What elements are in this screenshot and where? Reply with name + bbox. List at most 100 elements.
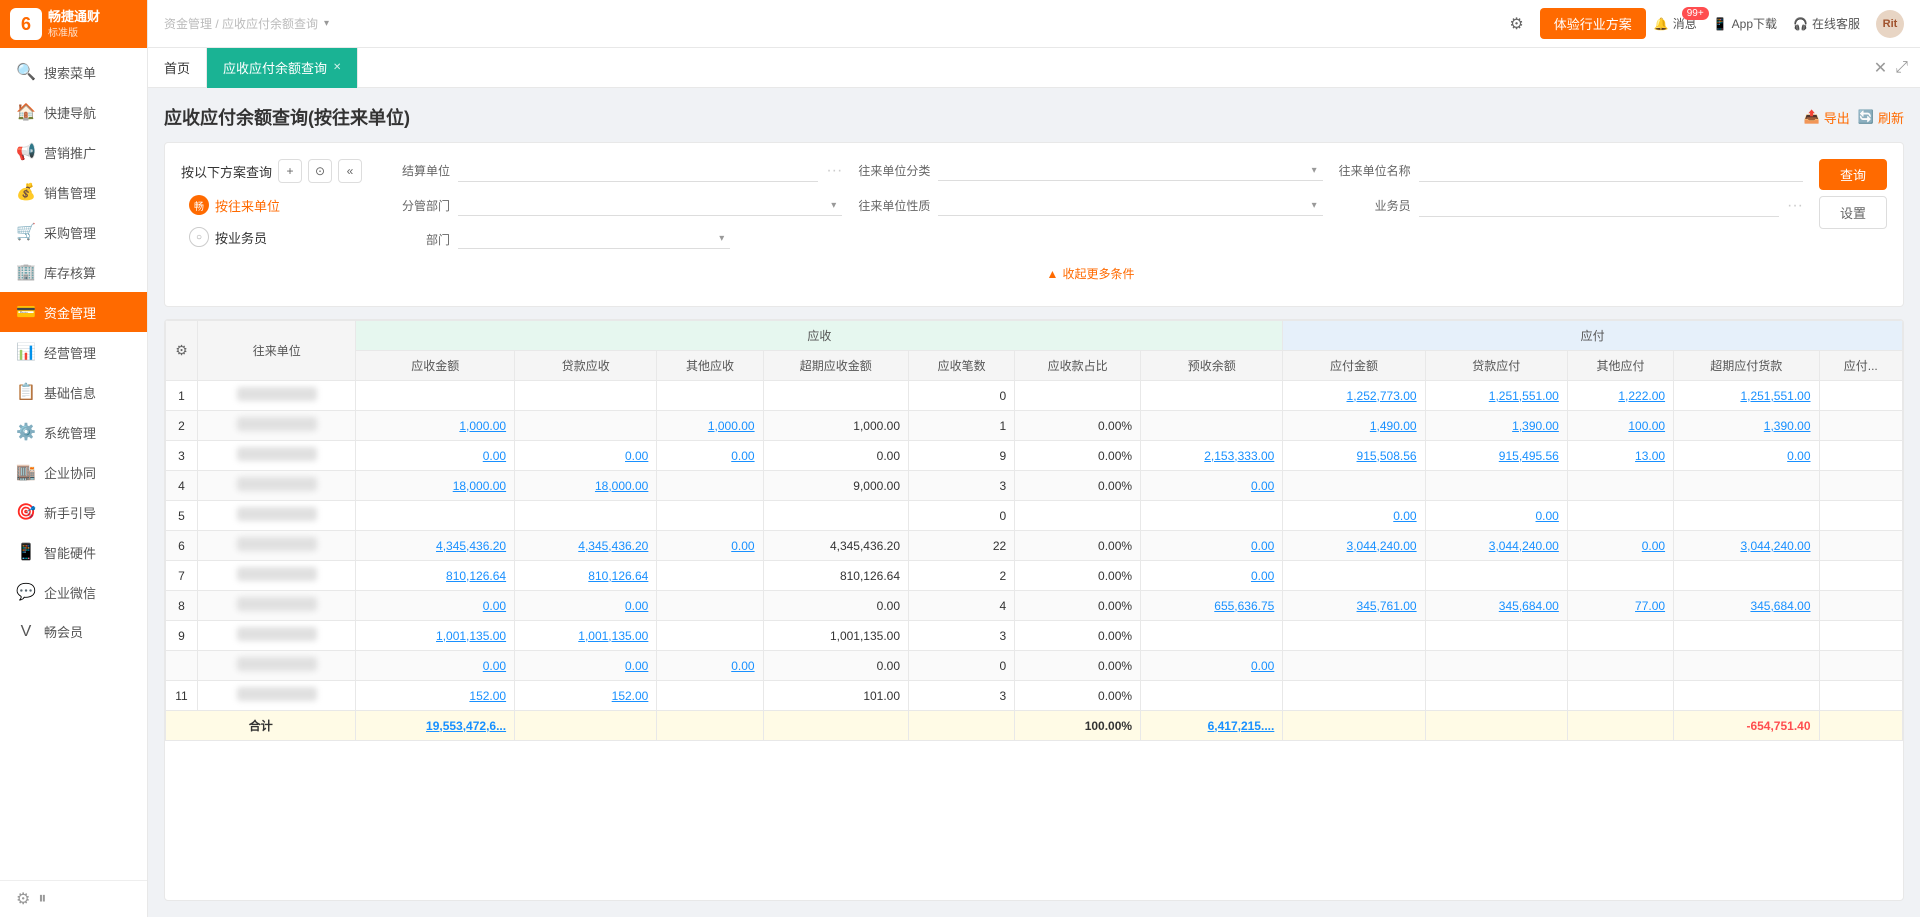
sidebar-item-wechat[interactable]: 💬 企业微信 <box>0 572 147 612</box>
cell-ap-loan[interactable]: 1,390.00 <box>1425 411 1567 441</box>
settings-bottom-icon[interactable]: ⚙ <box>16 889 30 909</box>
cell-ap-other[interactable] <box>1567 561 1673 591</box>
cell-ap-other[interactable] <box>1567 681 1673 711</box>
add-scheme-icon[interactable]: + <box>278 159 302 183</box>
cell-ar-amount[interactable]: 0.00 <box>356 591 515 621</box>
cell-ar-loan[interactable]: 1,001,135.00 <box>515 621 657 651</box>
setting-btn[interactable]: 设置 <box>1819 196 1887 229</box>
app-download-btn[interactable]: 📱 App下载 <box>1713 15 1777 32</box>
cell-ap-other[interactable]: 13.00 <box>1567 441 1673 471</box>
cell-ap-loan[interactable] <box>1425 621 1567 651</box>
cell-ap-amount[interactable]: 0.00 <box>1283 501 1425 531</box>
field-salesperson-input[interactable] <box>1419 194 1779 217</box>
cell-ar-amount[interactable] <box>356 381 515 411</box>
tab-close-icon[interactable]: ✕ <box>333 62 341 73</box>
field-partner-type-select[interactable]: ▾ <box>938 161 1322 181</box>
cell-ar-other[interactable]: 0.00 <box>657 531 763 561</box>
cell-ar-amount[interactable]: 4,345,436.20 <box>356 531 515 561</box>
cell-ap-loan[interactable]: 3,044,240.00 <box>1425 531 1567 561</box>
cell-ar-loan[interactable]: 18,000.00 <box>515 471 657 501</box>
cell-ap-overdue[interactable] <box>1674 621 1819 651</box>
cell-ap-other[interactable] <box>1567 621 1673 651</box>
cell-ap-other[interactable] <box>1567 651 1673 681</box>
field-partner-nature-chevron[interactable]: ▾ <box>1312 200 1317 211</box>
cell-ar-prepay[interactable]: 0.00 <box>1141 651 1283 681</box>
export-btn[interactable]: 📤 导出 <box>1804 108 1850 127</box>
pause-icon[interactable]: ⏸ <box>38 890 46 908</box>
cell-ap-loan[interactable] <box>1425 651 1567 681</box>
cell-ar-other[interactable] <box>657 591 763 621</box>
cell-ap-amount[interactable]: 3,044,240.00 <box>1283 531 1425 561</box>
cell-ap-other[interactable]: 100.00 <box>1567 411 1673 441</box>
sidebar-item-quick-nav[interactable]: 🏠 快捷导航 <box>0 92 147 132</box>
cell-ap-overdue[interactable]: 0.00 <box>1674 441 1819 471</box>
cell-ar-amount[interactable]: 810,126.64 <box>356 561 515 591</box>
sidebar-item-sales[interactable]: 💰 销售管理 <box>0 172 147 212</box>
gear-icon[interactable]: ⚙ <box>1509 14 1523 34</box>
cell-ar-amount[interactable]: 1,001,135.00 <box>356 621 515 651</box>
user-avatar[interactable]: Rit <box>1876 10 1904 38</box>
cell-ap-overdue[interactable] <box>1674 681 1819 711</box>
filter-collapse-btn[interactable]: ▲ 收起更多条件 <box>378 257 1803 290</box>
cell-ar-other[interactable]: 0.00 <box>657 651 763 681</box>
cell-ap-amount[interactable]: 1,252,773.00 <box>1283 381 1425 411</box>
cell-ap-other[interactable]: 1,222.00 <box>1567 381 1673 411</box>
tab-home[interactable]: 首页 <box>148 48 207 88</box>
cell-ar-loan[interactable]: 0.00 <box>515 441 657 471</box>
sidebar-item-marketing[interactable]: 📢 营销推广 <box>0 132 147 172</box>
refresh-btn[interactable]: 🔄 刷新 <box>1858 108 1904 127</box>
cell-ar-loan[interactable]: 810,126.64 <box>515 561 657 591</box>
cell-ar-prepay[interactable] <box>1141 681 1283 711</box>
cell-ap-other[interactable]: 77.00 <box>1567 591 1673 621</box>
cell-ap-amount[interactable] <box>1283 651 1425 681</box>
cell-ar-other[interactable] <box>657 621 763 651</box>
cell-ar-other[interactable] <box>657 561 763 591</box>
collapse-scheme-icon[interactable]: « <box>338 159 362 183</box>
breadcrumb-chevron[interactable]: ▾ <box>324 18 329 29</box>
sidebar-item-finance[interactable]: 💳 资金管理 <box>0 292 147 332</box>
field-partner-nature-select[interactable]: ▾ <box>938 196 1322 216</box>
cell-ar-amount[interactable]: 0.00 <box>356 651 515 681</box>
sidebar-item-hardware[interactable]: 📱 智能硬件 <box>0 532 147 572</box>
cell-ap-amount[interactable]: 915,508.56 <box>1283 441 1425 471</box>
sidebar-item-purchase[interactable]: 🛒 采购管理 <box>0 212 147 252</box>
field-settlement-input[interactable] <box>458 159 818 182</box>
cell-ap-amount[interactable] <box>1283 561 1425 591</box>
cell-ar-prepay[interactable]: 0.00 <box>1141 531 1283 561</box>
sidebar-item-inventory[interactable]: 🏢 库存核算 <box>0 252 147 292</box>
cell-ar-prepay[interactable]: 2,153,333.00 <box>1141 441 1283 471</box>
cell-ap-overdue[interactable]: 1,251,551.00 <box>1674 381 1819 411</box>
trial-btn[interactable]: 体验行业方案 <box>1540 8 1646 39</box>
cell-ar-prepay[interactable]: 0.00 <box>1141 471 1283 501</box>
cell-ar-prepay[interactable] <box>1141 501 1283 531</box>
field-salesperson-dots[interactable]: ··· <box>1787 197 1803 215</box>
sidebar-item-enterprise[interactable]: 🏬 企业协同 <box>0 452 147 492</box>
cell-ar-other[interactable] <box>657 681 763 711</box>
cell-ap-loan[interactable] <box>1425 681 1567 711</box>
cell-ap-overdue[interactable]: 3,044,240.00 <box>1674 531 1819 561</box>
cell-ap-amount[interactable] <box>1283 681 1425 711</box>
field-settlement-dots[interactable]: ··· <box>826 162 842 180</box>
field-dept2-chevron[interactable]: ▾ <box>719 233 724 244</box>
cell-ar-loan[interactable] <box>515 411 657 441</box>
field-partner-name-input[interactable] <box>1419 159 1803 182</box>
cell-ar-other[interactable]: 1,000.00 <box>657 411 763 441</box>
sidebar-item-guide[interactable]: 🎯 新手引导 <box>0 492 147 532</box>
cell-ap-amount[interactable] <box>1283 471 1425 501</box>
cell-ap-loan[interactable]: 345,684.00 <box>1425 591 1567 621</box>
cell-ap-loan[interactable] <box>1425 561 1567 591</box>
cell-ar-prepay[interactable]: 0.00 <box>1141 561 1283 591</box>
footer-ar-amount[interactable]: 19,553,472,6... <box>356 711 515 741</box>
cell-ar-amount[interactable]: 0.00 <box>356 441 515 471</box>
cell-ap-amount[interactable]: 1,490.00 <box>1283 411 1425 441</box>
cell-ar-prepay[interactable] <box>1141 411 1283 441</box>
settings-scheme-icon[interactable]: ⊙ <box>308 159 332 183</box>
field-dept-select[interactable]: ▾ <box>458 196 842 216</box>
cell-ap-loan[interactable]: 915,495.56 <box>1425 441 1567 471</box>
cell-ar-amount[interactable] <box>356 501 515 531</box>
query-btn[interactable]: 查询 <box>1819 159 1887 190</box>
sidebar-item-vip[interactable]: V 畅会员 <box>0 612 147 651</box>
cell-ar-loan[interactable]: 152.00 <box>515 681 657 711</box>
sidebar-item-system[interactable]: ⚙️ 系统管理 <box>0 412 147 452</box>
cell-ap-overdue[interactable]: 1,390.00 <box>1674 411 1819 441</box>
